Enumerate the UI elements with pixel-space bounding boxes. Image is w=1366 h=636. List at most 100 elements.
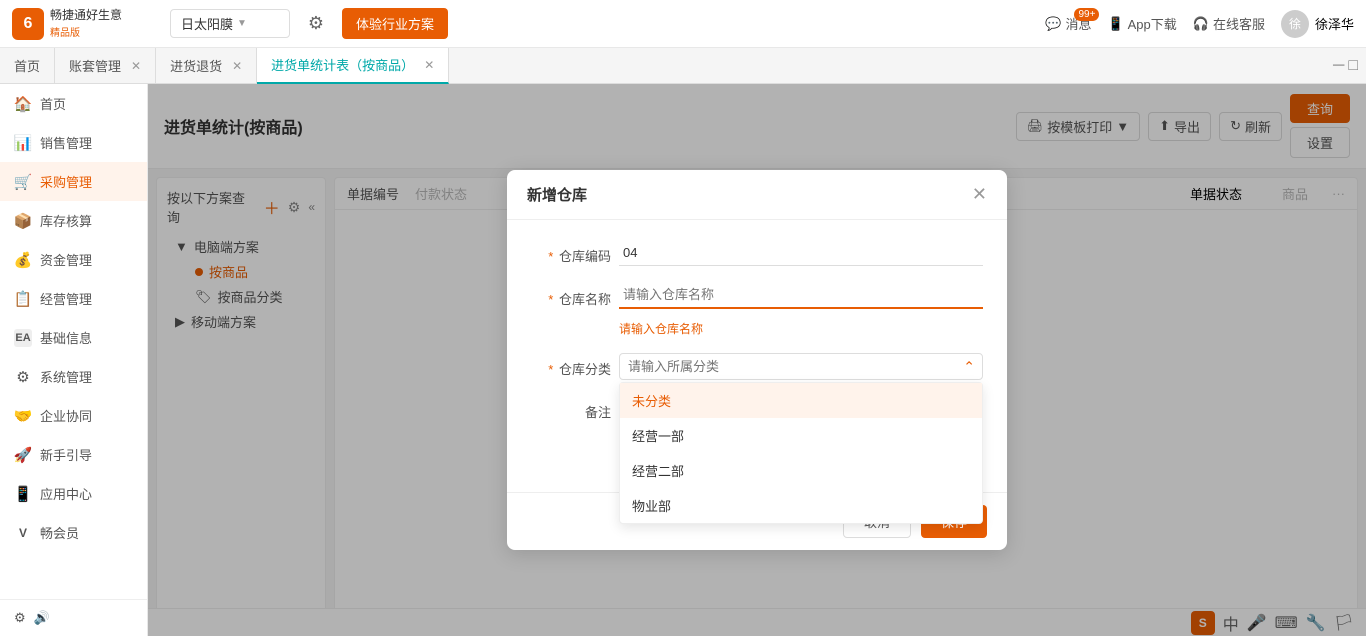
sidebar-label-vip: 畅会员 bbox=[40, 523, 79, 542]
sidebar-label-inventory: 库存核算 bbox=[40, 211, 92, 230]
sidebar-item-enterprise[interactable]: 🤝 企业协同 bbox=[0, 396, 147, 435]
message-item[interactable]: 💬 消息 99+ bbox=[1045, 14, 1091, 33]
modal-body: * 仓库编码 * 仓库名称 bbox=[507, 220, 1007, 492]
sidebar-item-basic-info[interactable]: EA 基础信息 bbox=[0, 318, 147, 357]
volume-icon: 🔊 bbox=[34, 610, 50, 626]
sidebar-item-vip[interactable]: V 畅会员 bbox=[0, 513, 147, 552]
sidebar-item-guide[interactable]: 🚀 新手引导 bbox=[0, 435, 147, 474]
user-avatar-area[interactable]: 徐 徐泽华 bbox=[1281, 10, 1354, 38]
logo-badge: 精品版 bbox=[50, 24, 122, 39]
tab-maximize-icon[interactable]: □ bbox=[1348, 57, 1358, 75]
category-dropdown: 未分类 经营一部 经营二部 物业部 bbox=[619, 382, 983, 524]
sidebar-label-purchase: 采购管理 bbox=[40, 172, 92, 191]
logo-text: 畅捷通好生意 bbox=[50, 8, 122, 24]
category-input[interactable] bbox=[619, 353, 983, 380]
category-label: * 仓库分类 bbox=[531, 353, 611, 378]
tab-purchase-stats[interactable]: 进货单统计表（按商品） ✕ bbox=[257, 48, 449, 84]
sidebar-item-operations[interactable]: 📋 经营管理 bbox=[0, 279, 147, 318]
name-error-message: 请输入仓库名称 bbox=[619, 320, 983, 337]
modal-close-icon[interactable]: ✕ bbox=[972, 184, 987, 205]
new-warehouse-modal: 新增仓库 ✕ * 仓库编码 bbox=[507, 170, 1007, 550]
purchase-stats-tab-label: 进货单统计表（按商品） bbox=[271, 55, 414, 74]
tab-home[interactable]: 首页 bbox=[0, 48, 55, 84]
chevron-up-icon[interactable]: ⌃ bbox=[963, 358, 975, 375]
settings-icon[interactable]: ⚙ bbox=[300, 8, 332, 40]
sidebar-item-sales[interactable]: 📊 销售管理 bbox=[0, 123, 147, 162]
finance-icon: 💰 bbox=[14, 251, 32, 269]
dropdown-item-dept2[interactable]: 经营二部 bbox=[620, 453, 982, 488]
notification-badge: 99+ bbox=[1074, 8, 1099, 21]
dropdown-item-dept1[interactable]: 经营一部 bbox=[620, 418, 982, 453]
sidebar-item-system[interactable]: ⚙ 系统管理 bbox=[0, 357, 147, 396]
modal-header: 新增仓库 ✕ bbox=[507, 170, 1007, 220]
home-tab-label: 首页 bbox=[14, 56, 40, 75]
warehouse-code-input[interactable] bbox=[619, 240, 983, 266]
dropdown-item-property[interactable]: 物业部 bbox=[620, 488, 982, 523]
vip-icon: V bbox=[14, 524, 32, 542]
tab-minimize-icon[interactable]: ─ bbox=[1333, 57, 1344, 75]
store-selector[interactable]: 日太阳膜 ▼ bbox=[170, 9, 290, 38]
sidebar-label-app-center: 应用中心 bbox=[40, 484, 92, 503]
tab-close-icon[interactable]: ✕ bbox=[424, 58, 434, 72]
tab-purchase-return[interactable]: 进货退货 ✕ bbox=[156, 48, 257, 84]
dropdown-item-uncategorized[interactable]: 未分类 bbox=[620, 383, 982, 418]
top-header: 6 畅捷通好生意 精品版 日太阳膜 ▼ ⚙ 体验行业方案 💬 消息 99+ 📱 … bbox=[0, 0, 1366, 48]
sidebar-item-finance[interactable]: 💰 资金管理 bbox=[0, 240, 147, 279]
sidebar-label-operations: 经营管理 bbox=[40, 289, 92, 308]
tab-account[interactable]: 账套管理 ✕ bbox=[55, 48, 156, 84]
settings-bottom-icon: ⚙ bbox=[14, 610, 26, 626]
sidebar-label-basic-info: 基础信息 bbox=[40, 328, 92, 347]
sidebar-label-system: 系统管理 bbox=[40, 367, 92, 386]
tabs-bar: 首页 账套管理 ✕ 进货退货 ✕ 进货单统计表（按商品） ✕ ─ □ bbox=[0, 48, 1366, 84]
sidebar-bottom: ⚙ 🔊 bbox=[0, 599, 147, 636]
sales-icon: 📊 bbox=[14, 134, 32, 152]
enterprise-icon: 🤝 bbox=[14, 407, 32, 425]
content-area: 进货单统计(按商品) 🖨 按模板打印 ▼ ⬆ 导出 ↻ 刷新 查询 设置 bbox=[148, 84, 1366, 636]
trial-button[interactable]: 体验行业方案 bbox=[342, 8, 448, 39]
purchase-return-tab-label: 进货退货 bbox=[170, 56, 222, 75]
sidebar-label-home: 首页 bbox=[40, 94, 66, 113]
sidebar-label-sales: 销售管理 bbox=[40, 133, 92, 152]
online-service-label: 在线客服 bbox=[1213, 14, 1265, 33]
warehouse-name-row: * 仓库名称 请输入仓库名称 bbox=[531, 282, 983, 337]
headset-icon: 🎧 bbox=[1193, 16, 1209, 32]
sidebar-label-enterprise: 企业协同 bbox=[40, 406, 92, 425]
sidebar-settings-btn[interactable]: ⚙ 🔊 bbox=[0, 600, 147, 636]
logo-area: 6 畅捷通好生意 精品版 bbox=[12, 8, 160, 40]
app-center-icon: 📱 bbox=[14, 485, 32, 503]
sidebar-item-purchase[interactable]: 🛒 采购管理 bbox=[0, 162, 147, 201]
sidebar-label-finance: 资金管理 bbox=[40, 250, 92, 269]
sidebar-label-guide: 新手引导 bbox=[40, 445, 92, 464]
system-icon: ⚙ bbox=[14, 368, 32, 386]
sidebar-item-home[interactable]: 🏠 首页 bbox=[0, 84, 147, 123]
message-icon: 💬 bbox=[1045, 16, 1061, 32]
avatar: 徐 bbox=[1281, 10, 1309, 38]
logo-icon: 6 bbox=[12, 8, 44, 40]
tab-close-icon[interactable]: ✕ bbox=[232, 59, 242, 73]
warehouse-code-row: * 仓库编码 bbox=[531, 240, 983, 266]
app-download-item[interactable]: 📱 App下载 bbox=[1107, 14, 1176, 33]
sidebar-item-app-center[interactable]: 📱 应用中心 bbox=[0, 474, 147, 513]
phone-icon: 📱 bbox=[1107, 16, 1123, 32]
warehouse-category-row: * 仓库分类 ⌃ 未分类 经营一部 经营二部 物业部 bbox=[531, 353, 983, 380]
inventory-icon: 📦 bbox=[14, 212, 32, 230]
sidebar-item-inventory[interactable]: 📦 库存核算 bbox=[0, 201, 147, 240]
category-select-wrapper: ⌃ 未分类 经营一部 经营二部 物业部 bbox=[619, 353, 983, 380]
tabs-controls: ─ □ bbox=[1333, 57, 1366, 75]
home-icon: 🏠 bbox=[14, 95, 32, 113]
warehouse-name-input[interactable] bbox=[619, 282, 983, 309]
app-download-label: App下载 bbox=[1128, 14, 1177, 33]
online-service-item[interactable]: 🎧 在线客服 bbox=[1193, 14, 1265, 33]
store-name: 日太阳膜 bbox=[181, 14, 233, 33]
dropdown-arrow-icon: ▼ bbox=[237, 18, 247, 29]
modal-title: 新增仓库 bbox=[527, 184, 587, 205]
main-layout: 🏠 首页 📊 销售管理 🛒 采购管理 📦 库存核算 💰 资金管理 📋 经营管理 … bbox=[0, 84, 1366, 636]
operations-icon: 📋 bbox=[14, 290, 32, 308]
sidebar: 🏠 首页 📊 销售管理 🛒 采购管理 📦 库存核算 💰 资金管理 📋 经营管理 … bbox=[0, 84, 148, 636]
basic-info-icon: EA bbox=[14, 329, 32, 347]
tab-close-icon[interactable]: ✕ bbox=[131, 59, 141, 73]
header-right: 💬 消息 99+ 📱 App下载 🎧 在线客服 徐 徐泽华 bbox=[1045, 10, 1354, 38]
guide-icon: 🚀 bbox=[14, 446, 32, 464]
code-label: * 仓库编码 bbox=[531, 240, 611, 265]
note-label: 备注 bbox=[531, 396, 611, 421]
